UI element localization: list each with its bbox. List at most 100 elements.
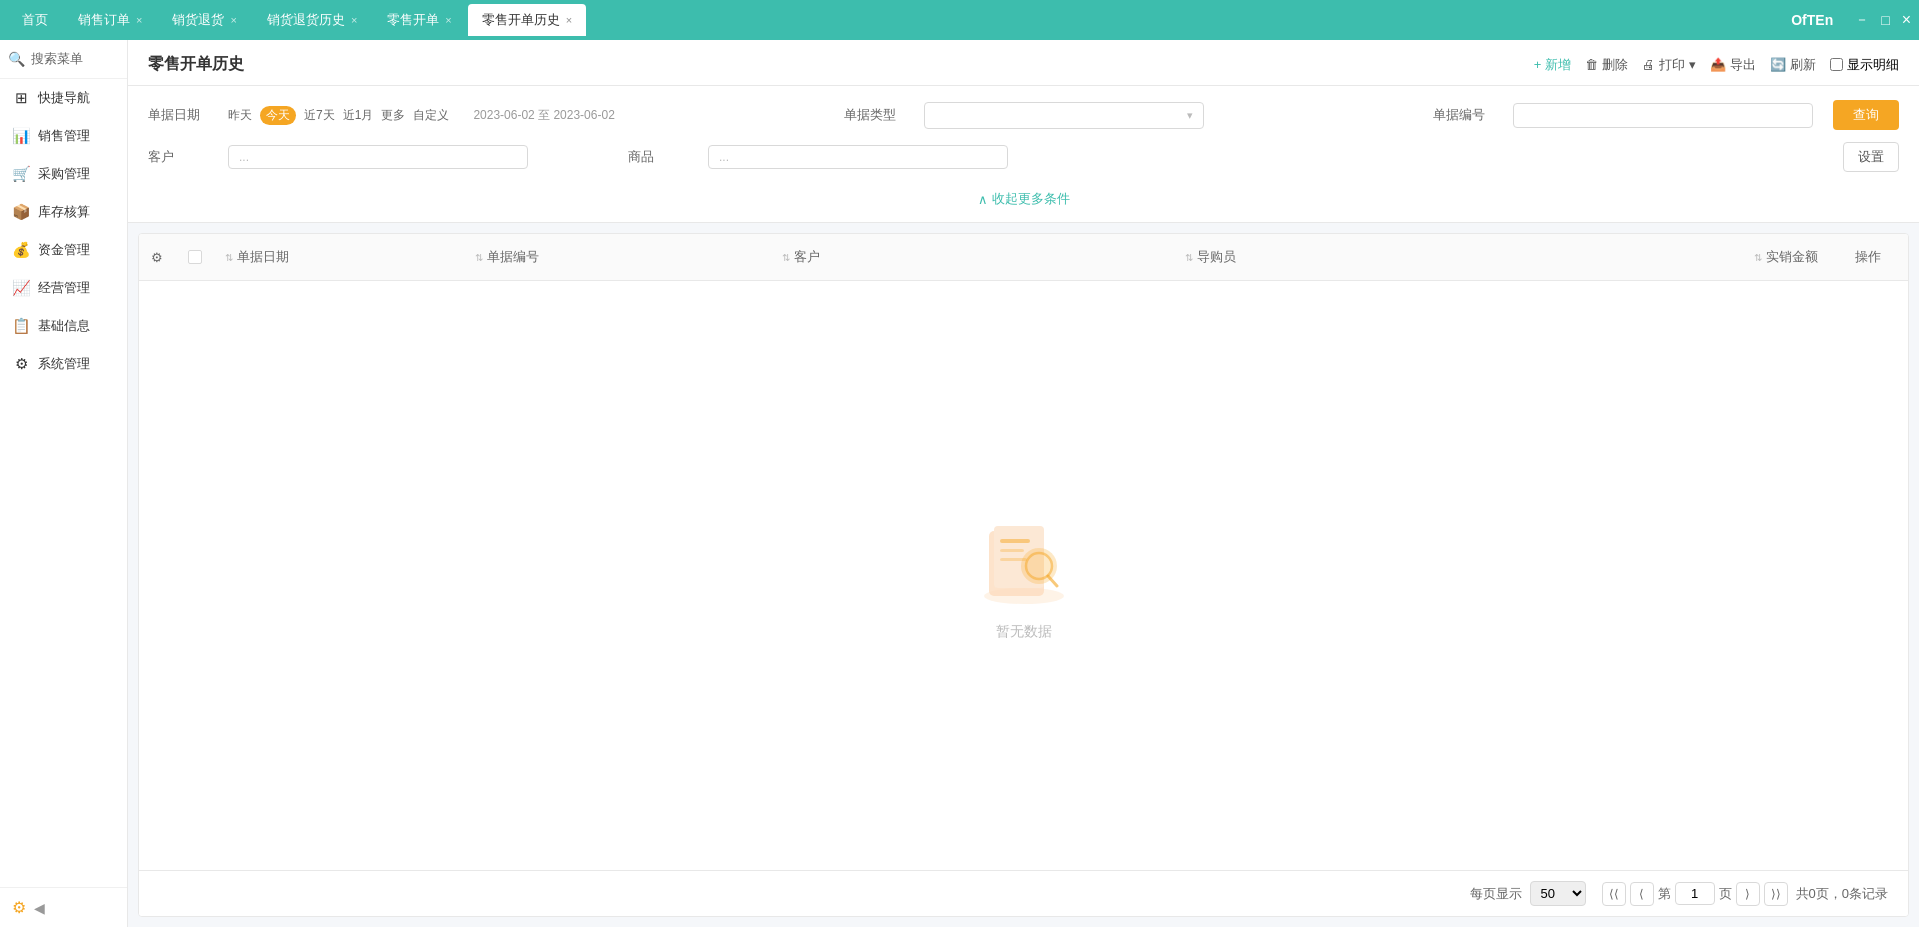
tab-label: 销货退货历史 xyxy=(267,11,345,29)
doc-type-label: 单据类型 xyxy=(844,106,904,124)
date-shortcut-2[interactable]: 近7天 xyxy=(304,107,335,124)
sort-icon-4: ⇅ xyxy=(1185,252,1193,263)
th-action: 操作 xyxy=(1828,242,1908,272)
doc-number-input[interactable] xyxy=(1513,103,1813,128)
tab-retail-open[interactable]: 零售开单× xyxy=(373,4,465,36)
add-button[interactable]: + 新增 xyxy=(1534,56,1571,74)
sort-icon-2: ⇅ xyxy=(475,252,483,263)
minimize-btn[interactable]: － xyxy=(1855,11,1869,29)
refresh-button[interactable]: 🔄 刷新 xyxy=(1770,56,1816,74)
date-range-text: 2023-06-02 至 2023-06-02 xyxy=(473,107,614,124)
main-layout: 🔍 搜索菜单 ⊞ 快捷导航📊 销售管理🛒 采购管理📦 库存核算💰 资金管理📈 经… xyxy=(0,40,1919,927)
settings-col-icon: ⚙ xyxy=(151,250,163,265)
tab-label: 首页 xyxy=(22,11,48,29)
delete-button[interactable]: 🗑 删除 xyxy=(1585,56,1628,74)
content-area: 零售开单历史 + 新增 🗑 删除 🖨 打印 ▾ 📤 导出 🔄 xyxy=(128,40,1919,927)
sidebar-search[interactable]: 🔍 搜索菜单 xyxy=(0,40,127,79)
nav-icon-sys-mgmt: ⚙ xyxy=(12,355,30,373)
sidebar-item-basic-info[interactable]: 📋 基础信息 xyxy=(0,307,127,345)
date-shortcut-1[interactable]: 今天 xyxy=(260,106,296,125)
date-label: 单据日期 xyxy=(148,106,208,124)
table-header: ⚙ ⇅ 单据日期 ⇅ 单据编号 ⇅ 客户 ⇅ xyxy=(139,234,1908,281)
date-shortcut-0[interactable]: 昨天 xyxy=(228,107,252,124)
goods-label: 商品 xyxy=(628,148,688,166)
th-settings[interactable]: ⚙ xyxy=(139,244,175,271)
date-shortcut-5[interactable]: 自定义 xyxy=(413,107,449,124)
page-label-pre: 第 xyxy=(1658,885,1671,903)
tab-close-icon[interactable]: × xyxy=(566,14,572,26)
nav-label-quick-nav: 快捷导航 xyxy=(38,89,90,107)
customer-input[interactable]: ... xyxy=(228,145,528,169)
collapse-filters-btn[interactable]: ∧ 收起更多条件 xyxy=(148,184,1899,208)
th-number: ⇅ 单据编号 xyxy=(465,242,772,272)
th-checkbox[interactable] xyxy=(175,244,215,270)
next-page-btn[interactable]: ⟩ xyxy=(1736,882,1760,906)
sidebar-item-finance[interactable]: 💰 资金管理 xyxy=(0,231,127,269)
nav-label-inventory: 库存核算 xyxy=(38,203,90,221)
nav-icon-sales-mgmt: 📊 xyxy=(12,127,30,145)
display-detail-checkbox[interactable] xyxy=(1830,58,1843,71)
select-all-checkbox[interactable] xyxy=(188,250,202,264)
svg-rect-4 xyxy=(1000,549,1024,552)
goods-input[interactable]: ... xyxy=(708,145,1008,169)
nav-icon-inventory: 📦 xyxy=(12,203,30,221)
delete-icon: 🗑 xyxy=(1585,57,1598,72)
tab-close-icon[interactable]: × xyxy=(230,14,236,26)
pagination-controls: ⟨⟨ ⟨ 第 页 ⟩ ⟩⟩ xyxy=(1602,882,1788,906)
export-button[interactable]: 📤 导出 xyxy=(1710,56,1756,74)
refresh-icon: 🔄 xyxy=(1770,57,1786,72)
page-label: 页 xyxy=(1719,885,1732,903)
page-title: 零售开单历史 xyxy=(148,54,244,75)
tab-close-icon[interactable]: × xyxy=(445,14,451,26)
tab-home[interactable]: 首页 xyxy=(8,4,62,36)
goods-placeholder: ... xyxy=(719,150,729,164)
tab-close-icon[interactable]: × xyxy=(136,14,142,26)
doc-number-label: 单据编号 xyxy=(1433,106,1493,124)
date-shortcut-4[interactable]: 更多 xyxy=(381,107,405,124)
date-shortcuts: 昨天今天近7天近1月更多自定义 xyxy=(228,106,449,125)
tab-label: 零售开单历史 xyxy=(482,11,560,29)
print-button[interactable]: 🖨 打印 ▾ xyxy=(1642,56,1696,74)
tab-sales-order[interactable]: 销售订单× xyxy=(64,4,156,36)
sidebar-item-sys-mgmt[interactable]: ⚙ 系统管理 xyxy=(0,345,127,383)
first-page-btn[interactable]: ⟨⟨ xyxy=(1602,882,1626,906)
sidebar-item-operation[interactable]: 📈 经营管理 xyxy=(0,269,127,307)
doc-type-select[interactable]: ▾ xyxy=(924,102,1204,129)
tab-sales-return-history[interactable]: 销货退货历史 × xyxy=(253,4,371,36)
display-detail-checkbox-label[interactable]: 显示明细 xyxy=(1830,56,1899,74)
settings-icon[interactable]: ⚙ xyxy=(12,898,26,917)
setting-button[interactable]: 设置 xyxy=(1843,142,1899,172)
tab-close-icon[interactable]: × xyxy=(351,14,357,26)
nav-label-finance: 资金管理 xyxy=(38,241,90,259)
tab-retail-open-history[interactable]: 零售开单历史 × xyxy=(468,4,586,36)
sidebar-item-inventory[interactable]: 📦 库存核算 xyxy=(0,193,127,231)
date-shortcut-3[interactable]: 近1月 xyxy=(343,107,374,124)
sort-icon: ⇅ xyxy=(225,252,233,263)
search-icon: 🔍 xyxy=(8,51,25,67)
empty-illustration xyxy=(964,511,1084,611)
print-icon: 🖨 xyxy=(1642,57,1655,72)
per-page-select[interactable]: 50 10 20 100 xyxy=(1530,881,1586,906)
page-input[interactable] xyxy=(1675,882,1715,905)
nav-label-sys-mgmt: 系统管理 xyxy=(38,355,90,373)
nav-icon-purchase-mgmt: 🛒 xyxy=(12,165,30,183)
close-btn[interactable]: × xyxy=(1902,11,1911,29)
last-page-btn[interactable]: ⟩⟩ xyxy=(1764,882,1788,906)
tab-sales-return[interactable]: 销货退货× xyxy=(158,4,250,36)
top-bar: 首页销售订单×销货退货×销货退货历史×零售开单×零售开单历史× OfTEn － … xyxy=(0,0,1919,40)
collapse-sidebar-btn[interactable]: ◀ xyxy=(34,900,45,916)
sidebar-item-purchase-mgmt[interactable]: 🛒 采购管理 xyxy=(0,155,127,193)
sidebar-item-sales-mgmt[interactable]: 📊 销售管理 xyxy=(0,117,127,155)
maximize-btn[interactable]: □ xyxy=(1881,12,1889,28)
query-button[interactable]: 查询 xyxy=(1833,100,1899,130)
prev-page-btn[interactable]: ⟨ xyxy=(1630,882,1654,906)
sort-icon-5: ⇅ xyxy=(1754,252,1762,263)
pagination: 每页显示 50 10 20 100 ⟨⟨ ⟨ 第 页 ⟩ ⟩⟩ 共0页， xyxy=(139,870,1908,916)
window-controls: OfTEn － □ × xyxy=(1791,11,1911,29)
filter-row-1: 单据日期 昨天今天近7天近1月更多自定义 2023-06-02 至 2023-0… xyxy=(148,100,1899,130)
sidebar-item-quick-nav[interactable]: ⊞ 快捷导航 xyxy=(0,79,127,117)
nav-label-operation: 经营管理 xyxy=(38,279,90,297)
svg-rect-3 xyxy=(1000,539,1030,543)
sidebar-bottom: ⚙ ◀ xyxy=(0,887,127,927)
nav-icon-quick-nav: ⊞ xyxy=(12,89,30,107)
